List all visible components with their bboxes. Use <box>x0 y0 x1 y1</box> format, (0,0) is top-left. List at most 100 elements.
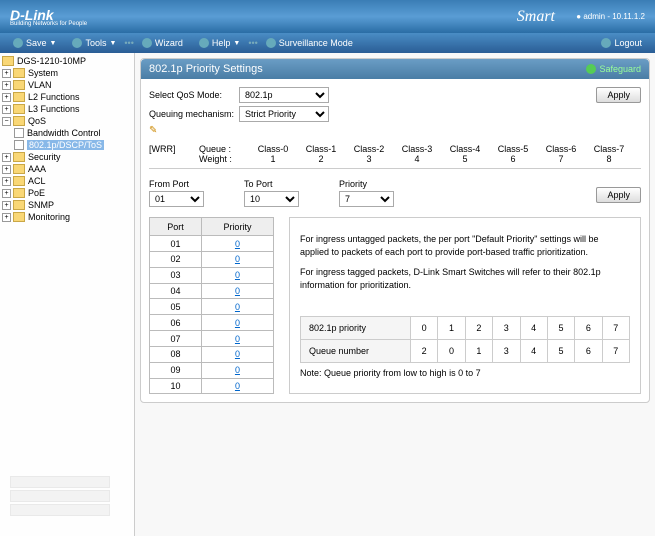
main-content: 802.1p Priority Settings Safeguard Selec… <box>135 53 655 536</box>
tree-snmp[interactable]: +SNMP <box>2 199 132 211</box>
tree-acl[interactable]: +ACL <box>2 175 132 187</box>
priority-select[interactable]: 7 <box>339 191 394 207</box>
priority-label: Priority <box>339 179 394 189</box>
expand-icon[interactable]: + <box>2 153 11 162</box>
table-row: 050 <box>150 299 274 315</box>
folder-icon <box>13 200 25 210</box>
folder-icon <box>13 92 25 102</box>
tree-qos-8021p[interactable]: 802.1p/DSCP/ToS <box>14 139 132 151</box>
wizard-icon <box>142 38 152 48</box>
priority-queue-map: 802.1p priority 01234567 Queue number 20… <box>300 316 630 363</box>
brand-tagline: Building Networks for People <box>0 21 87 27</box>
chevron-down-icon: ▼ <box>233 40 240 47</box>
expand-icon[interactable]: + <box>2 177 11 186</box>
file-icon <box>14 140 24 150</box>
logout-button[interactable]: Logout <box>593 38 650 48</box>
save-icon <box>13 38 23 48</box>
expand-icon[interactable]: + <box>2 213 11 222</box>
logout-icon <box>601 38 611 48</box>
tree-l3[interactable]: +L3 Functions <box>2 103 132 115</box>
note-text: Note: Queue priority from low to high is… <box>300 368 630 378</box>
expand-icon[interactable]: + <box>2 201 11 210</box>
admin-info: ● admin - 10.11.1.2 <box>576 12 645 21</box>
queuing-select[interactable]: Strict Priority <box>239 106 329 122</box>
tools-icon <box>72 38 82 48</box>
priority-link[interactable]: 0 <box>201 236 273 252</box>
file-icon <box>14 128 24 138</box>
priority-link[interactable]: 0 <box>201 315 273 331</box>
tree-qos-bw[interactable]: Bandwidth Control <box>14 127 132 139</box>
expand-icon[interactable]: + <box>2 69 11 78</box>
priority-link[interactable]: 0 <box>201 267 273 283</box>
port-priority-table: PortPriority 010020030040050060070080090… <box>149 217 274 394</box>
priority-link[interactable]: 0 <box>201 346 273 362</box>
menu-wizard[interactable]: Wizard <box>134 38 191 48</box>
expand-icon[interactable]: + <box>2 105 11 114</box>
folder-icon <box>13 152 25 162</box>
help-icon <box>199 38 209 48</box>
expand-icon[interactable]: + <box>2 81 11 90</box>
tree-vlan[interactable]: +VLAN <box>2 79 132 91</box>
tree-system[interactable]: +System <box>2 67 132 79</box>
table-row: 080 <box>150 346 274 362</box>
tree-poe[interactable]: +PoE <box>2 187 132 199</box>
chevron-down-icon: ▼ <box>109 40 116 47</box>
smart-label: Smart <box>517 8 555 26</box>
menu-save[interactable]: Save▼ <box>5 38 64 48</box>
table-row: 070 <box>150 331 274 347</box>
from-port-select[interactable]: 01 <box>149 191 204 207</box>
menu-help[interactable]: Help▼ <box>191 38 248 48</box>
table-row: 040 <box>150 283 274 299</box>
settings-panel: 802.1p Priority Settings Safeguard Selec… <box>140 58 650 403</box>
to-port-label: To Port <box>244 179 299 189</box>
folder-icon <box>13 80 25 90</box>
tree-monitoring[interactable]: +Monitoring <box>2 211 132 223</box>
qos-mode-label: Select QoS Mode: <box>149 90 239 100</box>
qos-mode-select[interactable]: 802.1p <box>239 87 329 103</box>
priority-link[interactable]: 0 <box>201 331 273 347</box>
folder-icon <box>13 188 25 198</box>
priority-link[interactable]: 0 <box>201 378 273 394</box>
folder-icon <box>13 164 25 174</box>
apply-button-1[interactable]: Apply <box>596 87 641 103</box>
priority-link[interactable]: 0 <box>201 299 273 315</box>
priority-link[interactable]: 0 <box>201 252 273 268</box>
folder-icon <box>13 176 25 186</box>
from-port-label: From Port <box>149 179 204 189</box>
panel-header: 802.1p Priority Settings Safeguard <box>141 59 649 79</box>
table-row: 100 <box>150 378 274 394</box>
menu-tools[interactable]: Tools▼ <box>64 38 124 48</box>
table-row: 030 <box>150 267 274 283</box>
table-row: 060 <box>150 315 274 331</box>
panel-title: 802.1p Priority Settings <box>149 63 263 75</box>
collapse-icon[interactable]: − <box>2 117 11 126</box>
table-row: 090 <box>150 362 274 378</box>
queuing-label: Queuing mechanism: <box>149 109 239 119</box>
table-row: 010 <box>150 236 274 252</box>
tree-aaa[interactable]: +AAA <box>2 163 132 175</box>
tree-qos[interactable]: −QoS <box>2 115 132 127</box>
surveillance-icon <box>266 38 276 48</box>
folder-icon <box>13 104 25 114</box>
device-image <box>10 476 120 526</box>
expand-icon[interactable]: + <box>2 189 11 198</box>
expand-icon[interactable]: + <box>2 165 11 174</box>
chevron-down-icon: ▼ <box>50 40 57 47</box>
apply-button-2[interactable]: Apply <box>596 187 641 203</box>
folder-icon <box>13 68 25 78</box>
to-port-select[interactable]: 10 <box>244 191 299 207</box>
priority-link[interactable]: 0 <box>201 283 273 299</box>
folder-icon <box>13 212 25 222</box>
safeguard-badge: Safeguard <box>586 64 641 75</box>
tree-root[interactable]: DGS-1210-10MP <box>2 55 132 67</box>
tree-security[interactable]: +Security <box>2 151 132 163</box>
wrr-table: [WRR] Queue : Class-0 Class-1 Class-2 Cl… <box>149 144 641 169</box>
device-icon <box>2 56 14 66</box>
expand-icon[interactable]: + <box>2 93 11 102</box>
menu-surveillance[interactable]: Surveillance Mode <box>258 38 361 48</box>
sidebar: DGS-1210-10MP +System +VLAN +L2 Function… <box>0 53 135 536</box>
priority-link[interactable]: 0 <box>201 362 273 378</box>
edit-icon[interactable]: ✎ <box>149 125 157 136</box>
table-row: 020 <box>150 252 274 268</box>
tree-l2[interactable]: +L2 Functions <box>2 91 132 103</box>
